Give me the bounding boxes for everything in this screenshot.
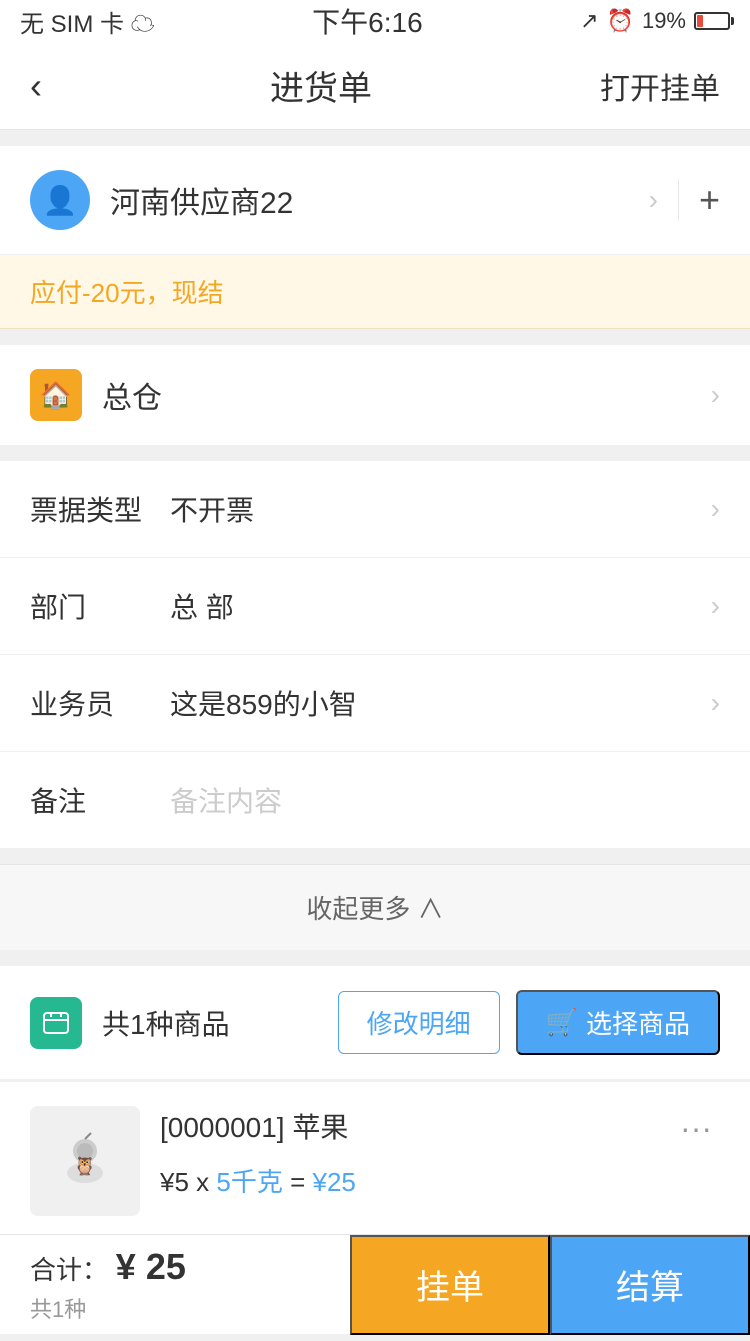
battery-percent: 19% (642, 8, 686, 34)
collapse-row[interactable]: 收起更多 ∧ (0, 864, 750, 950)
products-count: 共1种商品 (102, 1003, 338, 1043)
alarm-icon: ⏰ (607, 8, 634, 34)
product-title: 苹果 (292, 1112, 348, 1143)
department-value: 总 部 (170, 586, 711, 626)
sim-status: 无 SIM 卡 ☁ (20, 4, 155, 39)
products-header: 共1种商品 修改明细 🛒 选择商品 (0, 966, 750, 1080)
note-row[interactable]: 备注 备注内容 (0, 752, 750, 848)
status-time: 下午6:16 (312, 1, 423, 41)
ticket-type-row[interactable]: 票据类型 不开票 › (0, 461, 750, 558)
salesperson-value: 这是859的小智 (170, 683, 711, 723)
price-value: ¥5 (160, 1167, 189, 1197)
department-row[interactable]: 部门 总 部 › (0, 558, 750, 655)
product-code: [0000001] (160, 1112, 285, 1143)
supplier-divider (678, 180, 679, 220)
product-more-button[interactable]: ··· (672, 1106, 720, 1151)
note-label: 备注 (30, 780, 150, 820)
status-bar: 无 SIM 卡 ☁ 下午6:16 ↗ ⏰ 19% (0, 0, 750, 42)
department-label: 部门 (30, 586, 150, 626)
product-info: [0000001] 苹果 ¥5 x 5千克 = ¥25 (160, 1106, 672, 1199)
form-section: 票据类型 不开票 › 部门 总 部 › 业务员 这是859的小智 › 备注 备注… (0, 461, 750, 848)
modify-detail-button[interactable]: 修改明细 (338, 991, 500, 1054)
hang-button[interactable]: 挂单 (350, 1235, 550, 1335)
select-product-label: 选择商品 (586, 1004, 690, 1041)
ticket-type-value: 不开票 (170, 489, 711, 529)
product-quantity: 5千克 (216, 1167, 282, 1197)
status-right: ↗ ⏰ 19% (580, 8, 730, 34)
nav-bar: ‹ 进货单 打开挂单 (0, 42, 750, 130)
note-input[interactable]: 备注内容 (170, 780, 720, 820)
settle-button[interactable]: 结算 (550, 1235, 750, 1335)
open-pending-button[interactable]: 打开挂单 (600, 64, 720, 108)
warehouse-chevron-icon: › (711, 379, 720, 411)
back-button[interactable]: ‹ (30, 65, 42, 107)
supplier-name: 河南供应商22 (110, 178, 649, 222)
cart-icon: 🛒 (546, 1007, 578, 1038)
warehouse-section: 🏠 总仓 › (0, 345, 750, 445)
status-left: 无 SIM 卡 ☁ (20, 4, 155, 39)
supplier-avatar: 👤 (30, 170, 90, 230)
select-product-button[interactable]: 🛒 选择商品 (516, 990, 720, 1055)
supplier-section: 👤 河南供应商22 › + 应付-20元，现结 (0, 146, 750, 329)
product-item: 🦉 [0000001] 苹果 ¥5 x 5千克 = ¥25 ··· (0, 1082, 750, 1241)
product-price: ¥5 x 5千克 = ¥25 (160, 1162, 672, 1199)
total-amount: ¥ 25 (116, 1246, 186, 1287)
total-section: 合计： ¥ 25 共1种 (0, 1246, 350, 1324)
product-total: ¥25 (313, 1167, 356, 1197)
warehouse-icon: 🏠 (30, 369, 82, 421)
collapse-label: 收起更多 ∧ (306, 894, 443, 924)
warning-banner: 应付-20元，现结 (0, 255, 750, 329)
bottom-bar: 合计： ¥ 25 共1种 挂单 结算 (0, 1234, 750, 1334)
salesperson-row[interactable]: 业务员 这是859的小智 › (0, 655, 750, 752)
divider-top (0, 130, 750, 146)
product-name: [0000001] 苹果 (160, 1106, 672, 1146)
products-icon (30, 997, 82, 1049)
location-icon: ↗ (580, 8, 598, 34)
department-chevron-icon: › (711, 590, 720, 622)
salesperson-chevron-icon: › (711, 687, 720, 719)
price-equals: = (290, 1167, 312, 1197)
battery-icon (694, 12, 730, 30)
add-button[interactable]: + (699, 179, 720, 221)
svg-text:🦉: 🦉 (74, 1156, 96, 1176)
warehouse-row[interactable]: 🏠 总仓 › (0, 345, 750, 445)
total-row: 合计： ¥ 25 (30, 1246, 320, 1288)
total-count: 共1种 (30, 1292, 320, 1324)
supplier-row[interactable]: 👤 河南供应商22 › + (0, 146, 750, 255)
total-label: 合计： (30, 1255, 108, 1285)
warehouse-name: 总仓 (102, 373, 711, 417)
avatar-icon: 👤 (43, 184, 78, 217)
ticket-type-label: 票据类型 (30, 489, 150, 529)
ticket-type-chevron-icon: › (711, 493, 720, 525)
price-multiply: x (196, 1167, 216, 1197)
page-title: 进货单 (270, 61, 372, 110)
supplier-chevron-icon: › (649, 184, 658, 216)
product-thumbnail: 🦉 (30, 1106, 140, 1216)
salesperson-label: 业务员 (30, 683, 150, 723)
